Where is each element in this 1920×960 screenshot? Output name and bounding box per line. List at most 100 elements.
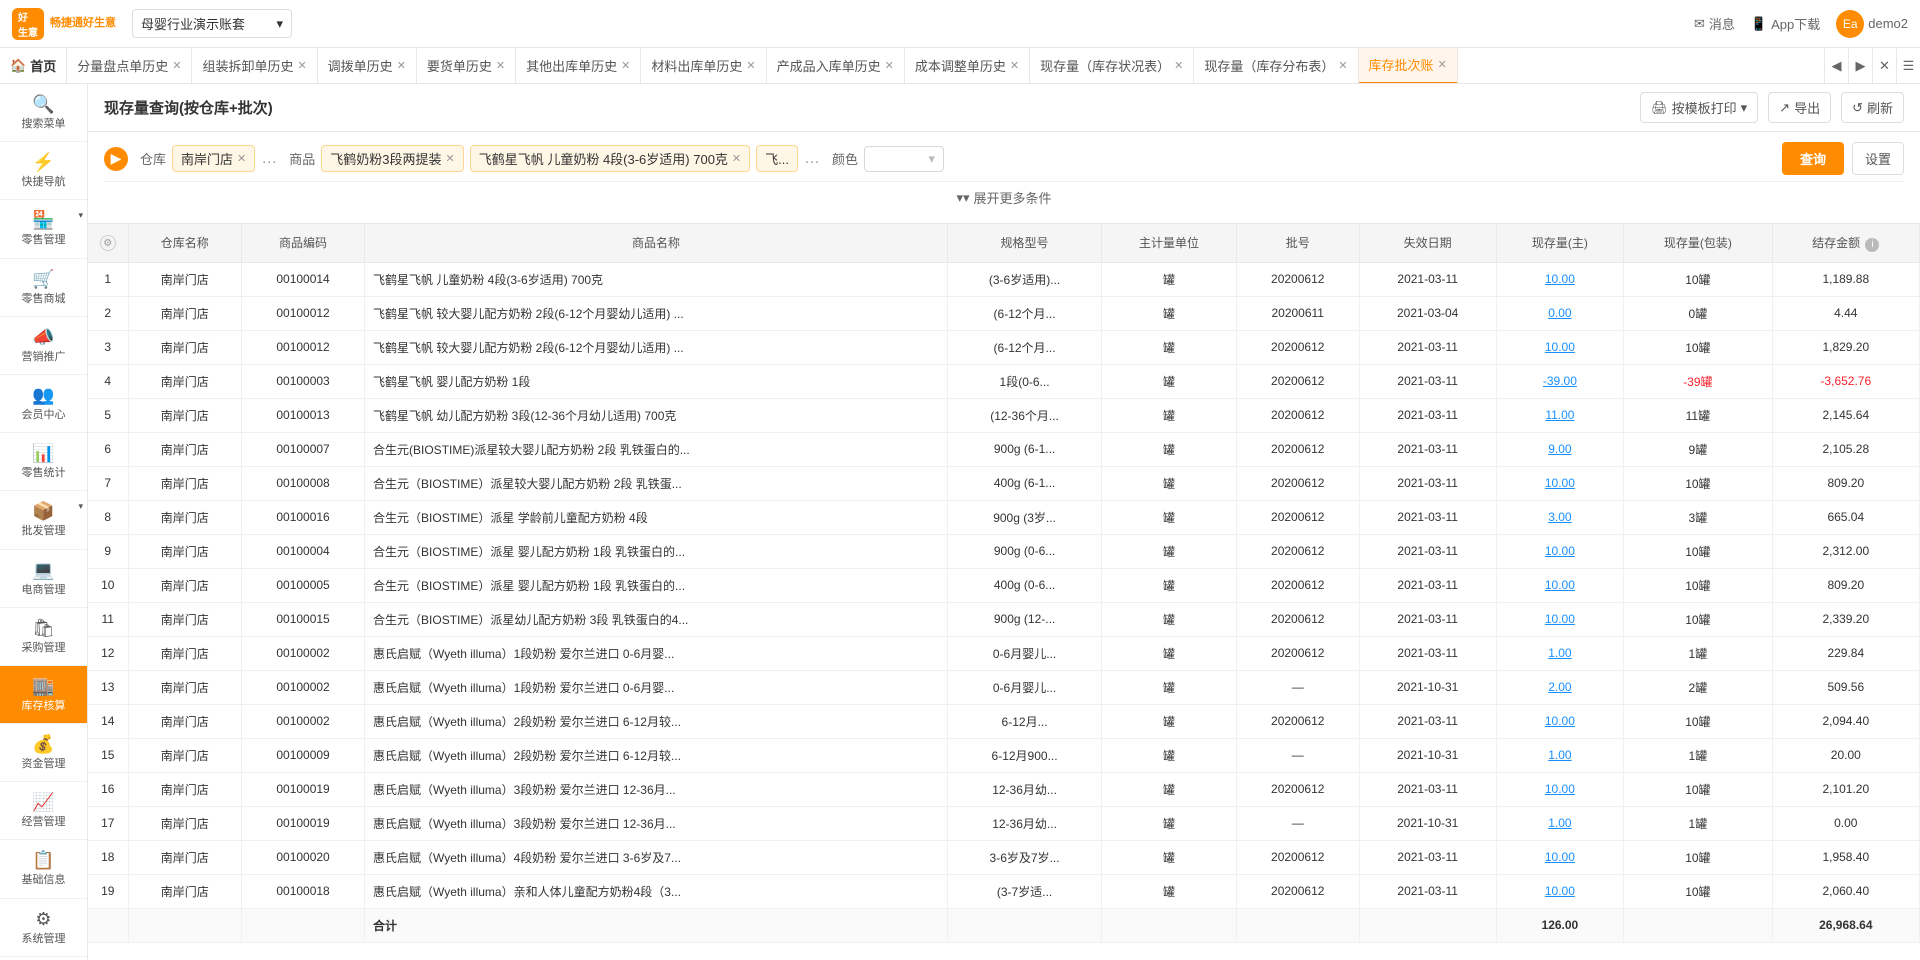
nav-more-button[interactable]: ☰ [1896, 48, 1920, 84]
tab-chengben-close[interactable]: ✕ [1010, 59, 1019, 72]
cell-stock-main[interactable]: 10.00 [1496, 466, 1624, 500]
cell-stock-main[interactable]: 1.00 [1496, 738, 1624, 772]
product-filter-label: 商品 [289, 149, 315, 168]
cell-stock-main[interactable]: 10.00 [1496, 262, 1624, 296]
message-label: 消息 [1709, 14, 1735, 33]
tab-chengpin-close[interactable]: ✕ [885, 59, 894, 72]
sidebar-item-purchase[interactable]: 🛍 采购管理 [0, 608, 87, 666]
user-avatar[interactable]: Ea demo2 [1836, 10, 1908, 38]
cell-stock-main[interactable]: 10.00 [1496, 602, 1624, 636]
sidebar-item-inventory[interactable]: 🏬 库存核算 [0, 666, 87, 724]
sidebar-shortcut-label: 快捷导航 [22, 176, 66, 189]
tab-zu-chai[interactable]: 组装拆卸单历史 ✕ [192, 48, 317, 84]
sidebar-item-retail[interactable]: 🏪 零售管理 [0, 200, 87, 258]
tab-chengben[interactable]: 成本调整单历史 ✕ [905, 48, 1030, 84]
settings-button[interactable]: 设置 [1852, 142, 1904, 175]
cell-stock-main[interactable]: 1.00 [1496, 806, 1624, 840]
cell-balance: 1,958.40 [1772, 840, 1919, 874]
sidebar-item-shop[interactable]: 🛒 零售商城 [0, 259, 87, 317]
cell-stock-main[interactable]: 0.00 [1496, 296, 1624, 330]
cell-stock-main[interactable]: 3.00 [1496, 500, 1624, 534]
tab-xianzai-fen-close[interactable]: ✕ [1338, 59, 1347, 72]
tab-yao-huo[interactable]: 要货单历史 ✕ [417, 48, 516, 84]
tab-chengpin[interactable]: 产成品入库单历史 ✕ [767, 48, 905, 84]
nav-close-button[interactable]: ✕ [1872, 48, 1896, 84]
cell-spec: 12-36月幼... [947, 806, 1101, 840]
product-tag-2-close[interactable]: ✕ [732, 152, 741, 165]
sidebar-item-finance[interactable]: 💰 资金管理 [0, 724, 87, 782]
cell-balance: 229.84 [1772, 636, 1919, 670]
warehouse-more-icon[interactable]: … [261, 150, 277, 168]
cell-stock-pack: 10罐 [1624, 840, 1772, 874]
color-select[interactable]: ▾ [864, 146, 944, 172]
table-row: 14 南岸门店 00100002 惠氏启赋（Wyeth illuma）2段奶粉 … [88, 704, 1920, 738]
cell-stock-main[interactable]: 1.00 [1496, 636, 1624, 670]
cell-stock-main[interactable]: 9.00 [1496, 432, 1624, 466]
tab-qita-chu[interactable]: 其他出库单历史 ✕ [516, 48, 641, 84]
cell-stock-main[interactable]: 10.00 [1496, 874, 1624, 908]
inventory-table: ⚙ 仓库名称 商品编码 商品名称 规格型号 主计量单位 批号 失效日期 现存量(… [88, 224, 1920, 943]
cell-stock-main[interactable]: -39.00 [1496, 364, 1624, 398]
tab-fen-pan[interactable]: 分量盘点单历史 ✕ [67, 48, 192, 84]
col-settings-icon[interactable]: ⚙ [100, 235, 116, 251]
message-button[interactable]: ✉ 消息 [1694, 14, 1735, 33]
industry-select[interactable]: 母婴行业演示账套 ▾ [132, 9, 292, 38]
sidebar-item-search[interactable]: 🔍 搜索菜单 [0, 84, 87, 142]
cell-idx: 2 [88, 296, 128, 330]
tab-cailiao-close[interactable]: ✕ [746, 59, 755, 72]
warehouse-tag-close[interactable]: ✕ [237, 152, 246, 165]
print-button[interactable]: 🖨 按模板打印 ▾ [1640, 92, 1758, 123]
tab-cailiao[interactable]: 材料出库单历史 ✕ [641, 48, 766, 84]
cell-stock-main[interactable]: 10.00 [1496, 534, 1624, 568]
query-button[interactable]: 查询 [1782, 142, 1844, 175]
tab-fen-pan-close[interactable]: ✕ [172, 59, 181, 72]
cell-unit: 罐 [1102, 874, 1237, 908]
tab-yao-huo-close[interactable]: ✕ [496, 59, 505, 72]
cell-stock-main[interactable]: 10.00 [1496, 772, 1624, 806]
cell-stock-main[interactable]: 10.00 [1496, 840, 1624, 874]
sidebar-item-system[interactable]: ⚙ 系统管理 [0, 899, 87, 957]
refresh-button[interactable]: ↺ 刷新 [1841, 92, 1904, 123]
tab-xianzai-fen[interactable]: 现存量（库存分布表） ✕ [1194, 48, 1358, 84]
tab-xianzai-ku[interactable]: 现存量（库存状况表） ✕ [1030, 48, 1194, 84]
cell-code: 00100002 [242, 636, 365, 670]
expand-more-button[interactable]: ▾▾ 展开更多条件 [104, 181, 1904, 213]
tab-xianzai-ku-close[interactable]: ✕ [1174, 59, 1183, 72]
cell-name: 合生元（BIOSTIME）派星幼儿配方奶粉 3段 乳铁蛋白的4... [365, 602, 948, 636]
cell-stock-main[interactable]: 10.00 [1496, 704, 1624, 738]
product-tag-1-close[interactable]: ✕ [446, 152, 455, 165]
cell-code: 00100019 [242, 772, 365, 806]
cell-unit: 罐 [1102, 534, 1237, 568]
tab-tiao-bo[interactable]: 调拨单历史 ✕ [318, 48, 417, 84]
sidebar-item-stat[interactable]: 📊 零售统计 [0, 433, 87, 491]
page-header: 现存量查询(按仓库+批次) 🖨 按模板打印 ▾ ↗ 导出 ↺ 刷新 [88, 84, 1920, 132]
export-button[interactable]: ↗ 导出 [1768, 92, 1831, 123]
sidebar-item-basic[interactable]: 📋 基础信息 [0, 840, 87, 898]
sidebar-item-ecom[interactable]: 💻 电商管理 [0, 550, 87, 608]
table-row: 15 南岸门店 00100009 惠氏启赋（Wyeth illuma）2段奶粉 … [88, 738, 1920, 772]
nav-next-button[interactable]: ▶ [1848, 48, 1872, 84]
cell-stock-main[interactable]: 2.00 [1496, 670, 1624, 704]
app-download-button[interactable]: 📱 App下载 [1751, 14, 1820, 33]
tab-home[interactable]: 🏠 首页 [0, 48, 67, 84]
sidebar-item-wholesale[interactable]: 📦 批发管理 [0, 491, 87, 549]
filter-expand-button[interactable]: ▶ [104, 147, 128, 171]
tab-pici[interactable]: 库存批次账 ✕ [1359, 48, 1458, 84]
nav-prev-button[interactable]: ◀ [1824, 48, 1848, 84]
sidebar-item-operation[interactable]: 📈 经营管理 [0, 782, 87, 840]
sidebar-item-marketing[interactable]: 📣 营销推广 [0, 317, 87, 375]
balance-info-icon[interactable]: i [1865, 238, 1879, 252]
tab-zu-chai-label: 组装拆卸单历史 [202, 56, 293, 75]
cell-name: 惠氏启赋（Wyeth illuma）3段奶粉 爱尔兰进口 12-36月... [365, 806, 948, 840]
tab-qita-chu-close[interactable]: ✕ [621, 59, 630, 72]
cell-stock-main[interactable]: 10.00 [1496, 330, 1624, 364]
tab-tiao-bo-close[interactable]: ✕ [397, 59, 406, 72]
tab-zu-chai-close[interactable]: ✕ [297, 59, 306, 72]
tab-pici-close[interactable]: ✕ [1438, 58, 1447, 71]
expand-icon: ▾▾ [956, 190, 969, 206]
cell-stock-main[interactable]: 11.00 [1496, 398, 1624, 432]
cell-stock-main[interactable]: 10.00 [1496, 568, 1624, 602]
product-more-icon[interactable]: … [804, 150, 820, 168]
sidebar-item-member[interactable]: 👥 会员中心 [0, 375, 87, 433]
sidebar-item-shortcut[interactable]: ⚡ 快捷导航 [0, 142, 87, 200]
